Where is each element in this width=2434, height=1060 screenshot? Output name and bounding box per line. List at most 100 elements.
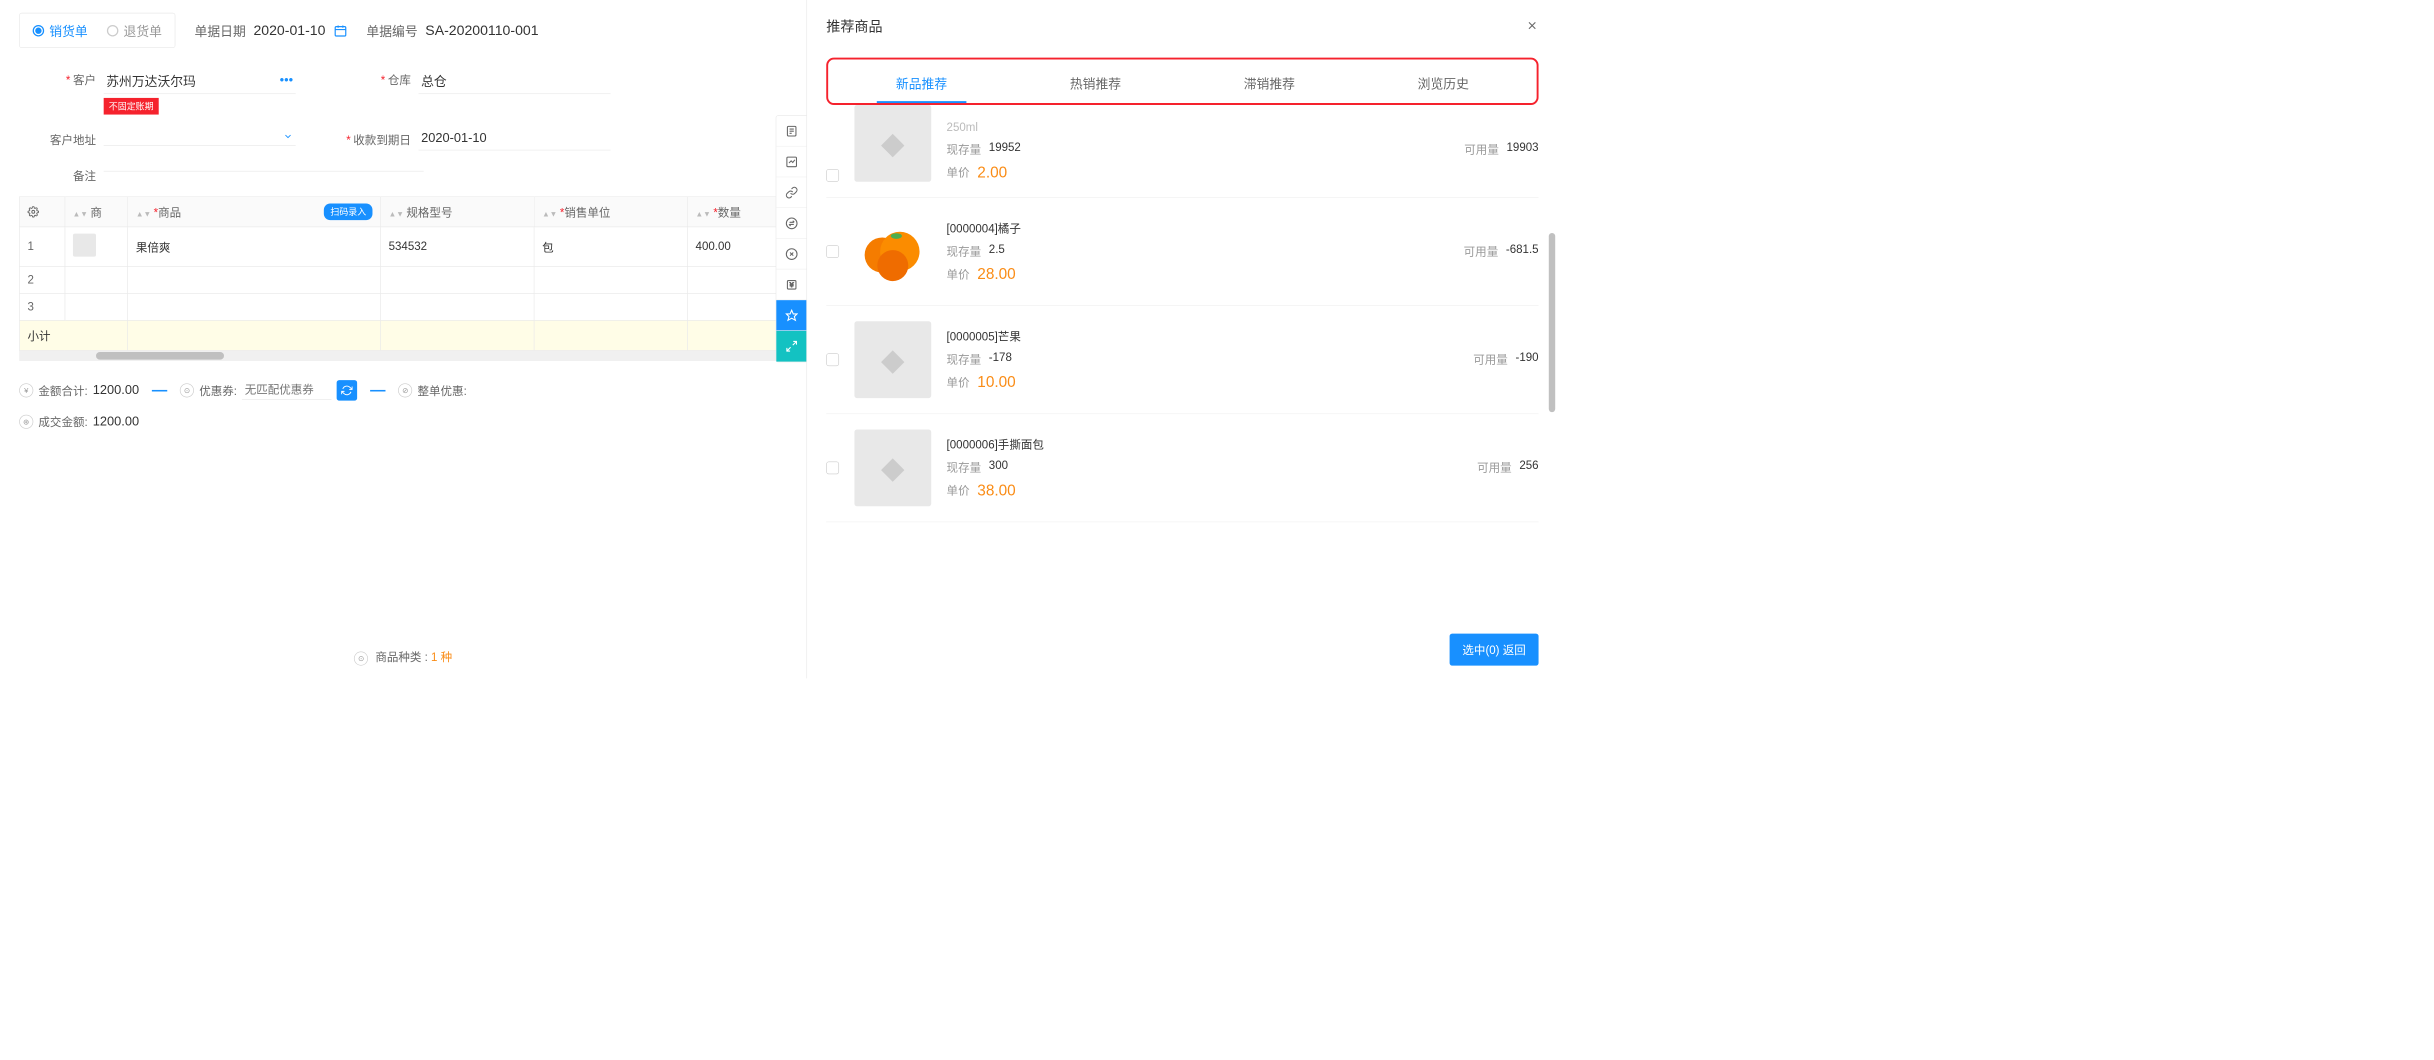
list-item[interactable]: [0000004]橘子 现存量2.5 可用量-681.5 单价28.00 [826, 198, 1538, 306]
stock-label: 现存量 [947, 141, 982, 158]
gear-header[interactable] [20, 197, 65, 227]
tab-hot[interactable]: 热销推荐 [1051, 65, 1141, 103]
avail-value: 256 [1519, 459, 1538, 476]
address-field: 客户地址 [19, 127, 295, 150]
subtotal-row: 小计 [20, 320, 787, 350]
row-index: 2 [20, 267, 65, 294]
tab-history[interactable]: 浏览历史 [1398, 65, 1488, 103]
yen-icon: ¥ [19, 383, 33, 397]
cell-unit[interactable]: 包 [534, 227, 687, 267]
stock-label: 现存量 [947, 243, 982, 260]
panel-footer: 选中(0) 返回 [1450, 634, 1539, 666]
stock-value: 300 [989, 459, 1008, 476]
coupon-icon: ⊙ [180, 383, 194, 397]
tool-swap-icon[interactable] [776, 208, 807, 239]
amount-label: 金额合计: [38, 382, 87, 399]
select-return-button[interactable]: 选中(0) 返回 [1450, 634, 1539, 666]
line-items-table: ▲▼商 ▲▼*商品扫码录入 ▲▼规格型号 ▲▼*销售单位 ▲▼*数量 1 果倍爽… [19, 196, 787, 350]
list-item[interactable]: ◆ [0000005]芒果 现存量-178 可用量-190 单价10.00 [826, 306, 1538, 414]
due-date-label: 收款到期日 [353, 134, 411, 147]
warehouse-input[interactable]: 总仓 [419, 67, 611, 94]
side-toolbar: ¥ [776, 115, 808, 362]
radio-return-order[interactable]: 退货单 [107, 21, 162, 40]
doc-date-value[interactable]: 2020-01-10 [253, 22, 325, 39]
due-date-input[interactable]: 2020-01-10 [419, 127, 611, 150]
table-row[interactable]: 2 [20, 267, 787, 294]
list-item[interactable]: ◆ 250ml 现存量19952 可用量19903 单价2.00 [826, 105, 1538, 198]
address-select[interactable] [104, 127, 296, 146]
doc-date-label: 单据日期 [195, 21, 246, 40]
remark-field: 备注 [19, 163, 423, 183]
tool-currency-icon[interactable]: ¥ [776, 269, 807, 300]
address-label: 客户地址 [50, 134, 96, 147]
coupon-label: 优惠券: [199, 382, 237, 399]
col-qty[interactable]: ▲▼*数量 [688, 197, 787, 227]
product-thumb [73, 234, 96, 257]
due-date-value: 2020-01-10 [421, 131, 486, 146]
order-discount: ⊘ 整单优惠: [398, 382, 466, 399]
tab-stale[interactable]: 滞销推荐 [1225, 65, 1315, 103]
horizontal-scrollbar[interactable] [19, 351, 787, 361]
customer-field: *客户 苏州万达沃尔玛 ••• 不固定账期 [19, 67, 295, 114]
calendar-icon[interactable] [333, 23, 347, 37]
stock-label: 现存量 [947, 459, 982, 476]
cell-qty[interactable]: 400.00 [688, 227, 787, 267]
remark-input[interactable] [104, 163, 424, 171]
table-row[interactable]: 1 果倍爽 534532 包 400.00 [20, 227, 787, 267]
item-checkbox[interactable] [826, 245, 839, 258]
tool-expand-icon[interactable] [776, 331, 807, 362]
close-icon[interactable] [1526, 19, 1539, 32]
refresh-button[interactable] [337, 380, 357, 400]
radio-icon [107, 25, 119, 37]
remark-label: 备注 [73, 170, 96, 183]
product-image [854, 213, 931, 290]
cell-product[interactable]: 果倍爽 [128, 227, 381, 267]
col-spec[interactable]: ▲▼规格型号 [381, 197, 534, 227]
item-checkbox[interactable] [826, 169, 839, 182]
panel-title: 推荐商品 [826, 15, 882, 35]
scan-button[interactable]: 扫码录入 [324, 204, 373, 221]
customer-label: 客户 [73, 74, 96, 87]
doc-no-label: 单据编号 [366, 21, 417, 40]
customer-input[interactable]: 苏州万达沃尔玛 ••• [104, 67, 296, 94]
item-checkbox[interactable] [826, 461, 839, 474]
recommend-list[interactable]: ◆ 250ml 现存量19952 可用量19903 单价2.00 [807, 105, 1558, 591]
amount-total: ¥ 金额合计: 1200.00 [19, 382, 139, 399]
tool-recycle-icon[interactable] [776, 239, 807, 270]
doc-date-field: 单据日期 2020-01-10 [195, 21, 348, 40]
product-image: ◆ [854, 105, 931, 182]
deal-amount: ⊛ 成交金额: 1200.00 [19, 413, 139, 430]
col-unit[interactable]: ▲▼*销售单位 [534, 197, 687, 227]
item-name: [0000004]橘子 [947, 220, 1539, 237]
avail-value: 19903 [1507, 141, 1539, 158]
svg-text:¥: ¥ [790, 282, 794, 289]
cell-spec[interactable]: 534532 [381, 227, 534, 267]
tab-new[interactable]: 新品推荐 [877, 65, 967, 103]
price-value: 10.00 [977, 374, 1015, 392]
tool-star-icon[interactable] [776, 300, 807, 331]
item-name: 250ml [947, 121, 1539, 134]
table-row[interactable]: 3 [20, 293, 787, 320]
col-product[interactable]: ▲▼*商品扫码录入 [128, 197, 381, 227]
tool-link-icon[interactable] [776, 177, 807, 208]
avail-label: 可用量 [1464, 243, 1499, 260]
footer-summary: ⊙ 商品种类 : 1 种 [0, 648, 806, 665]
tool-chart-icon[interactable] [776, 147, 807, 178]
item-name: [0000006]手撕面包 [947, 436, 1539, 453]
avail-value: -681.5 [1506, 243, 1539, 260]
minus-icon: — [152, 381, 167, 399]
amount-value: 1200.00 [93, 383, 139, 398]
stock-value: -178 [989, 351, 1012, 368]
coupon-input[interactable] [242, 381, 332, 400]
tool-notes-icon[interactable] [776, 116, 807, 147]
stock-label: 现存量 [947, 351, 982, 368]
item-checkbox[interactable] [826, 353, 839, 366]
tabs-highlight-box: 新品推荐 热销推荐 滞销推荐 浏览历史 [826, 58, 1538, 105]
col-img[interactable]: ▲▼商 [65, 197, 128, 227]
radio-sales-order[interactable]: 销货单 [33, 21, 88, 40]
vertical-scrollbar[interactable] [1549, 233, 1555, 412]
more-icon[interactable]: ••• [280, 73, 293, 88]
avail-label: 可用量 [1464, 141, 1499, 158]
list-item[interactable]: ◆ [0000006]手撕面包 现存量300 可用量256 单价38.00 [826, 414, 1538, 522]
product-image: ◆ [854, 321, 931, 398]
